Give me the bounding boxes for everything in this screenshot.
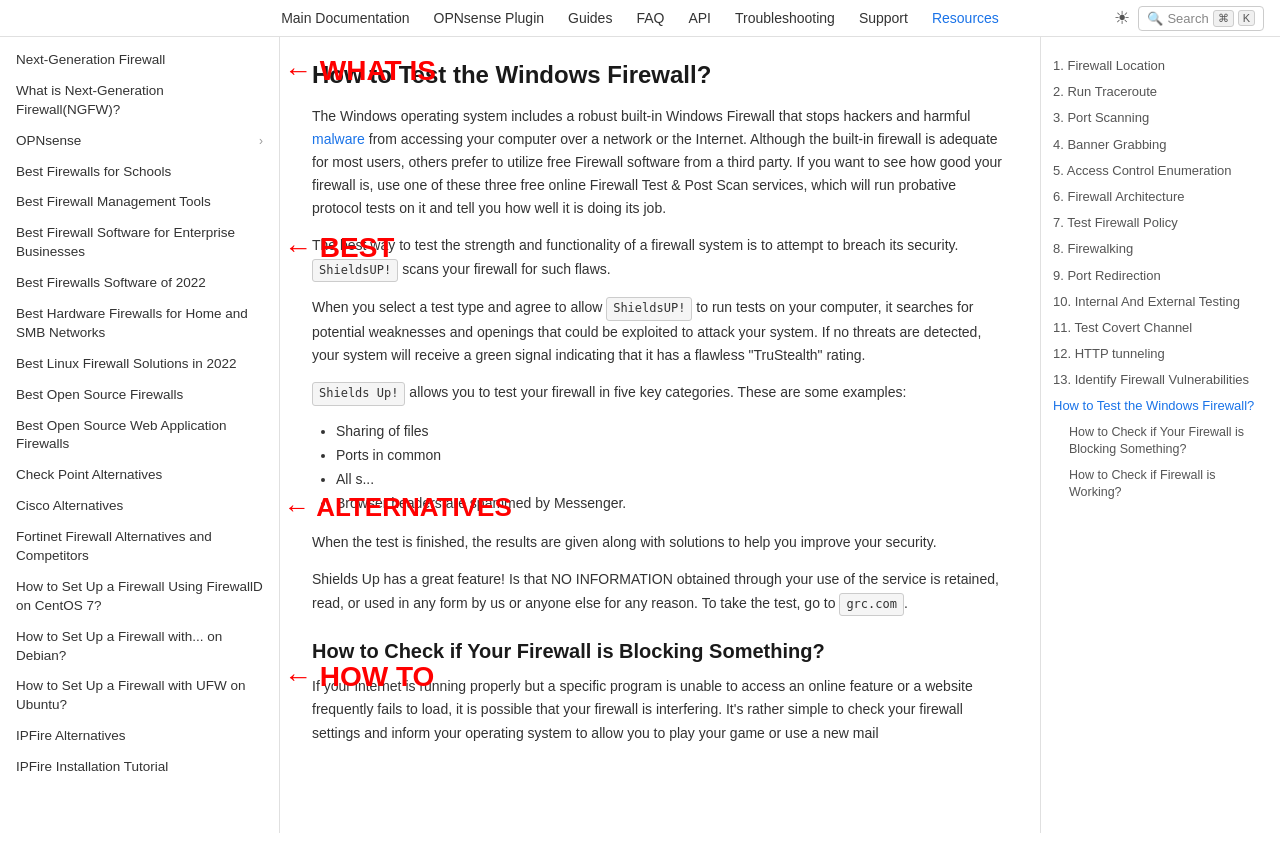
sidebar-item-best-firewalls-2022[interactable]: Best Firewalls Software of 2022 bbox=[0, 268, 279, 299]
sidebar-item-ngf[interactable]: Next-Generation Firewall bbox=[0, 45, 279, 76]
nav-support[interactable]: Support bbox=[859, 10, 908, 26]
sidebar-item-ngfw[interactable]: What is Next-Generation Firewall(NGFW)? bbox=[0, 76, 279, 126]
nav-main-docs[interactable]: Main Documentation bbox=[281, 10, 409, 26]
list-item: Ports in common bbox=[336, 444, 1008, 468]
toc-item-13[interactable]: 13. Identify Firewall Vulnerabilities bbox=[1053, 367, 1268, 393]
content-wrapper: ← WHAT IS ← BEST ← ALTERNATIVES ← HOW TO… bbox=[280, 37, 1280, 833]
toc-item-11[interactable]: 11. Test Covert Channel bbox=[1053, 315, 1268, 341]
paragraph-3: When you select a test type and agree to… bbox=[312, 296, 1008, 367]
theme-toggle-button[interactable]: ☀ bbox=[1114, 7, 1130, 29]
intro-paragraph-1: The Windows operating system includes a … bbox=[312, 105, 1008, 220]
malware-link[interactable]: malware bbox=[312, 131, 365, 147]
shieldsup-badge-1: ShieldsUP! bbox=[312, 259, 398, 283]
sidebar-item-best-oss-waf[interactable]: Best Open Source Web Application Firewal… bbox=[0, 411, 279, 461]
nav-opnsense-plugin[interactable]: OPNsense Plugin bbox=[434, 10, 545, 26]
section2-paragraph-1: If your internet is running properly but… bbox=[312, 675, 1008, 744]
page-layout: Next-Generation Firewall What is Next-Ge… bbox=[0, 37, 1280, 833]
sidebar-item-ipfire-tutorial[interactable]: IPFire Installation Tutorial bbox=[0, 752, 279, 783]
sidebar-item-setup-debian[interactable]: How to Set Up a Firewall with... on Debi… bbox=[0, 622, 279, 672]
nav-resources[interactable]: Resources bbox=[932, 10, 999, 26]
left-sidebar: Next-Generation Firewall What is Next-Ge… bbox=[0, 37, 280, 833]
search-label: Search bbox=[1167, 11, 1208, 26]
sidebar-item-best-hw-firewalls[interactable]: Best Hardware Firewalls for Home and SMB… bbox=[0, 299, 279, 349]
toc-item-10[interactable]: 10. Internal And External Testing bbox=[1053, 289, 1268, 315]
search-icon: 🔍 bbox=[1147, 11, 1163, 26]
intro-paragraph-2: The best way to test the strength and fu… bbox=[312, 234, 1008, 282]
sidebar-item-ipfire-alt[interactable]: IPFire Alternatives bbox=[0, 721, 279, 752]
main-content: How to Test the Windows Firewall? The Wi… bbox=[280, 37, 1040, 833]
toc-item-8[interactable]: 8. Firewalking bbox=[1053, 236, 1268, 262]
paragraph-4: Shields Up! allows you to test your fire… bbox=[312, 381, 1008, 406]
toc-item-12[interactable]: 12. HTTP tunneling bbox=[1053, 341, 1268, 367]
sidebar-item-best-firewall-mgmt[interactable]: Best Firewall Management Tools bbox=[0, 187, 279, 218]
paragraph-6: Shields Up has a great feature! Is that … bbox=[312, 568, 1008, 616]
toc-item-1[interactable]: 1. Firewall Location bbox=[1053, 53, 1268, 79]
shields-up-code: Shields Up! bbox=[312, 382, 405, 406]
sidebar-item-opnsense[interactable]: OPNsense › bbox=[0, 126, 279, 157]
search-kbd1: ⌘ bbox=[1213, 10, 1234, 27]
toc-item-windows-firewall[interactable]: How to Test the Windows Firewall? bbox=[1053, 393, 1268, 419]
toc-item-4[interactable]: 4. Banner Grabbing bbox=[1053, 132, 1268, 158]
nav-faq[interactable]: FAQ bbox=[636, 10, 664, 26]
nav-troubleshooting[interactable]: Troubleshooting bbox=[735, 10, 835, 26]
nav-api[interactable]: API bbox=[688, 10, 711, 26]
toc-item-5[interactable]: 5. Access Control Enumeration bbox=[1053, 158, 1268, 184]
toc-item-3[interactable]: 3. Port Scanning bbox=[1053, 105, 1268, 131]
paragraph-5: When the test is finished, the results a… bbox=[312, 531, 1008, 554]
search-box[interactable]: 🔍 Search ⌘ K bbox=[1138, 6, 1264, 31]
toc-item-6[interactable]: 6. Firewall Architecture bbox=[1053, 184, 1268, 210]
toc-item-9[interactable]: 9. Port Redirection bbox=[1053, 263, 1268, 289]
sidebar-item-best-firewalls-schools[interactable]: Best Firewalls for Schools bbox=[0, 157, 279, 188]
sidebar-item-best-linux-firewall[interactable]: Best Linux Firewall Solutions in 2022 bbox=[0, 349, 279, 380]
sidebar-item-setup-ufw[interactable]: How to Set Up a Firewall with UFW on Ubu… bbox=[0, 671, 279, 721]
sidebar-item-best-oss-firewalls[interactable]: Best Open Source Firewalls bbox=[0, 380, 279, 411]
toc-item-7[interactable]: 7. Test Firewall Policy bbox=[1053, 210, 1268, 236]
list-item: Browser headers are spammed by Messenger… bbox=[336, 492, 1008, 516]
grc-badge: grc.com bbox=[839, 593, 904, 617]
bullet-list: Sharing of files Ports in common All s..… bbox=[336, 420, 1008, 515]
sidebar-item-fortinet-alt[interactable]: Fortinet Firewall Alternatives and Compe… bbox=[0, 522, 279, 572]
sidebar-item-checkpoint-alt[interactable]: Check Point Alternatives bbox=[0, 460, 279, 491]
section2-title: How to Check if Your Firewall is Blockin… bbox=[312, 640, 1008, 663]
list-item: All s... bbox=[336, 468, 1008, 492]
toc-item-2[interactable]: 2. Run Traceroute bbox=[1053, 79, 1268, 105]
sidebar-item-best-firewall-enterprise[interactable]: Best Firewall Software for Enterprise Bu… bbox=[0, 218, 279, 268]
sidebar-item-setup-centos[interactable]: How to Set Up a Firewall Using FirewallD… bbox=[0, 572, 279, 622]
chevron-right-icon: › bbox=[259, 133, 263, 150]
shieldsup-badge-2: ShieldsUP! bbox=[606, 297, 692, 321]
page-title: How to Test the Windows Firewall? bbox=[312, 61, 1008, 89]
nav-guides[interactable]: Guides bbox=[568, 10, 612, 26]
sidebar-item-cisco-alt[interactable]: Cisco Alternatives bbox=[0, 491, 279, 522]
toc-sidebar: 1. Firewall Location 2. Run Traceroute 3… bbox=[1040, 37, 1280, 833]
nav-right-controls: ☀ 🔍 Search ⌘ K bbox=[1114, 6, 1264, 31]
toc-item-working[interactable]: How to Check if Firewall is Working? bbox=[1053, 463, 1268, 506]
top-navigation: Main Documentation OPNsense Plugin Guide… bbox=[0, 0, 1280, 37]
toc-item-blocking[interactable]: How to Check if Your Firewall is Blockin… bbox=[1053, 420, 1268, 463]
list-item: Sharing of files bbox=[336, 420, 1008, 444]
search-kbd2: K bbox=[1238, 10, 1255, 26]
